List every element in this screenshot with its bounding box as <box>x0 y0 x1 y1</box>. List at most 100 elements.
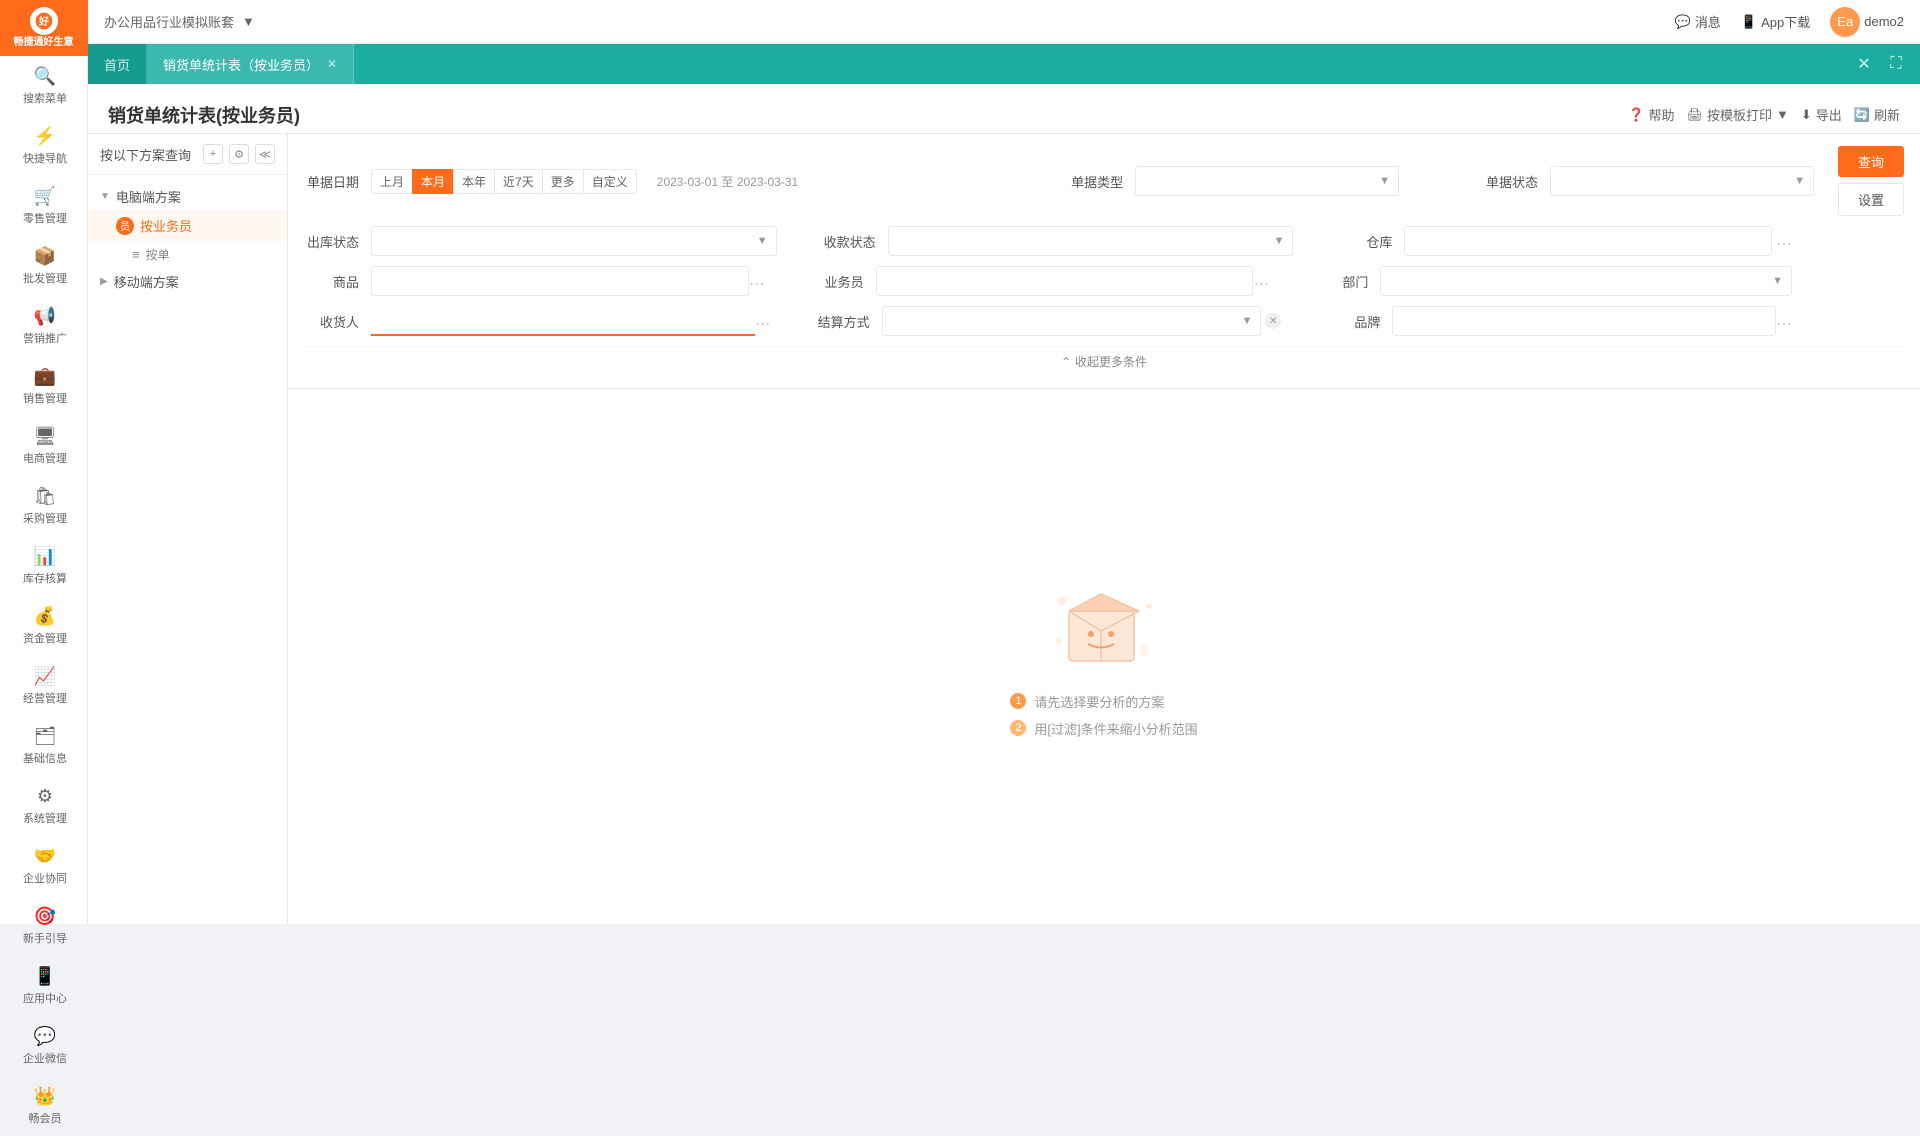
date-btn-this-year[interactable]: 本年 <box>453 169 494 194</box>
out-status-select[interactable]: ▼ <box>371 226 777 256</box>
warehouse-select[interactable] <box>1404 226 1772 256</box>
receipt-status-select[interactable]: ▼ <box>888 226 1294 256</box>
salesperson-scheme-label: 按业务员 <box>140 216 192 235</box>
warehouse-dots[interactable]: … <box>1776 232 1792 250</box>
tab-close-icon[interactable]: ✕ <box>327 57 337 71</box>
doc-type-label: 单据类型 <box>1068 172 1123 191</box>
brand-select[interactable] <box>1392 306 1776 336</box>
sidebar-item-newbie[interactable]: 🎯新手引导 <box>0 896 88 956</box>
sidebar-item-apps[interactable]: 📱应用中心 <box>0 956 88 1016</box>
topbar-title: 办公用品行业模拟账套 <box>104 12 234 31</box>
left-panel-header: 按以下方案查询 + ⚙ ≪ <box>88 134 287 175</box>
goods-dots[interactable]: … <box>749 272 765 290</box>
sidebar-item-marketing[interactable]: 📢营销推广 <box>0 296 88 356</box>
app-download-button[interactable]: 📱 App下载 <box>1741 12 1810 31</box>
message-icon: 💬 <box>1675 14 1691 30</box>
date-btn-this-month[interactable]: 本月 <box>412 169 453 194</box>
consignee-input[interactable] <box>375 313 751 328</box>
salesperson-select[interactable] <box>876 266 1254 296</box>
query-button[interactable]: 查询 <box>1838 146 1904 177</box>
retail-icon: 🛒 <box>34 186 56 207</box>
scheme-section: ▼ 电脑端方案 员 按业务员 ≡ 按单 ▶ 移动端方案 <box>88 175 287 303</box>
sidebar-item-wholesale[interactable]: 📦批发管理 <box>0 236 88 296</box>
brand-dots[interactable]: … <box>1776 312 1792 330</box>
date-buttons: 上月 本月 本年 近7天 更多 自定义 <box>371 169 637 194</box>
pc-scheme-arrow: ▼ <box>100 191 110 202</box>
doc-type-select[interactable]: ▼ <box>1135 166 1399 196</box>
collapse-panel-button[interactable]: ≪ <box>255 144 275 164</box>
tabbar-actions: ✕ ⛶ <box>1852 52 1920 76</box>
settlement-select[interactable]: ▼ <box>882 306 1262 336</box>
settings-scheme-button[interactable]: ⚙ <box>229 144 249 164</box>
sidebar-item-inventory[interactable]: 📊库存核算 <box>0 536 88 596</box>
tab-home[interactable]: 首页 <box>88 44 147 84</box>
hint-text-1: 请先选择要分析的方案 <box>1034 692 1164 711</box>
add-scheme-button[interactable]: + <box>203 144 223 164</box>
logo-icon: 好 <box>30 7 58 35</box>
settlement-clear[interactable]: ✕ <box>1265 313 1281 329</box>
doc-status-select[interactable]: ▼ <box>1550 166 1814 196</box>
tab-sales-stat[interactable]: 销货单统计表（按业务员） ✕ <box>147 44 354 84</box>
sidebar-item-label-marketing: 营销推广 <box>23 330 67 346</box>
scheme-by-salesperson[interactable]: 员 按业务员 <box>88 210 287 241</box>
pc-scheme-group[interactable]: ▼ 电脑端方案 <box>88 183 287 210</box>
tab-expand-button[interactable]: ⛶ <box>1884 52 1908 76</box>
refresh-button[interactable]: 🔄 刷新 <box>1854 105 1900 124</box>
goods-select[interactable] <box>371 266 749 296</box>
sidebar-item-member[interactable]: 👑畅会员 <box>0 1076 88 1136</box>
sidebar-item-operations[interactable]: 📈经营管理 <box>0 656 88 716</box>
print-button[interactable]: 🖨 按模板打印 ▼ <box>1686 105 1788 124</box>
sidebar-item-finance[interactable]: 💰资金管理 <box>0 596 88 656</box>
system-icon: ⚙ <box>37 786 53 807</box>
ecommerce-icon: 🖥 <box>34 426 57 447</box>
sidebar-item-system[interactable]: ⚙ 系统管理 <box>0 776 88 836</box>
date-btn-more[interactable]: 更多 <box>542 169 583 194</box>
message-button[interactable]: 💬 消息 <box>1675 12 1721 31</box>
sidebar-item-shortcut[interactable]: ⚡快捷导航 <box>0 116 88 176</box>
apps-icon: 📱 <box>34 966 56 987</box>
topbar-dropdown-icon[interactable]: ▼ <box>242 14 255 29</box>
main-area: 办公用品行业模拟账套 ▼ 💬 消息 📱 App下载 Ea demo2 首页 <box>88 0 1920 924</box>
print-dropdown-icon[interactable]: ▼ <box>1776 107 1789 122</box>
doc-status-caret: ▼ <box>1794 175 1805 187</box>
sidebar-item-enterprise[interactable]: 🤝企业协同 <box>0 836 88 896</box>
print-label: 按模板打印 <box>1707 105 1772 124</box>
mobile-scheme-label: 移动端方案 <box>114 272 179 291</box>
settings-button[interactable]: 设置 <box>1838 183 1904 216</box>
sidebar-item-basic[interactable]: 🗂基础信息 <box>0 716 88 776</box>
hint-text-2: 用[过滤]条件来缩小分析范围 <box>1034 719 1197 738</box>
shortcut-icon: ⚡ <box>34 126 56 147</box>
date-btn-last-7-days[interactable]: 近7天 <box>494 169 542 194</box>
salesperson-dots[interactable]: … <box>1253 272 1269 290</box>
sidebar-item-label-inventory: 库存核算 <box>23 570 67 586</box>
wechat-icon: 💬 <box>34 1026 56 1047</box>
app-name: 畅捷通好生意 <box>14 37 74 49</box>
left-panel-title: 按以下方案查询 <box>100 145 191 164</box>
enterprise-icon: 🤝 <box>34 846 56 867</box>
date-btn-custom[interactable]: 自定义 <box>583 169 637 194</box>
message-label: 消息 <box>1695 12 1721 31</box>
sidebar-item-wechat[interactable]: 💬企业微信 <box>0 1016 88 1076</box>
date-label: 单据日期 <box>304 172 359 191</box>
user-menu[interactable]: Ea demo2 <box>1830 7 1904 37</box>
department-select[interactable]: ▼ <box>1380 266 1792 296</box>
sidebar-item-ecommerce[interactable]: 🖥电商管理 <box>0 416 88 476</box>
consignee-dots[interactable]: … <box>755 312 771 330</box>
export-button[interactable]: ⬇ 导出 <box>1801 105 1842 124</box>
sidebar-item-retail[interactable]: 🛒零售管理 <box>0 176 88 236</box>
help-button[interactable]: ❓ 帮助 <box>1628 105 1674 124</box>
page-actions: ❓ 帮助 🖨 按模板打印 ▼ ⬇ 导出 🔄 刷新 <box>1628 105 1900 124</box>
app-logo[interactable]: 好 畅捷通好生意 <box>0 0 88 56</box>
pc-scheme-label: 电脑端方案 <box>116 187 181 206</box>
mobile-scheme-group[interactable]: ▶ 移动端方案 <box>88 268 287 295</box>
sidebar-item-search[interactable]: 🔍搜索菜单 <box>0 56 88 116</box>
date-btn-last-month[interactable]: 上月 <box>371 169 412 194</box>
hint-1: 1 请先选择要分析的方案 <box>1010 692 1197 711</box>
sidebar-item-purchase[interactable]: 🛍采购管理 <box>0 476 88 536</box>
tab-close-all-button[interactable]: ✕ <box>1852 52 1876 76</box>
sidebar-item-sales[interactable]: 💼销售管理 <box>0 356 88 416</box>
collapse-button[interactable]: ⌃ 收起更多条件 <box>304 346 1904 376</box>
scheme-by-order[interactable]: ≡ 按单 <box>88 241 287 268</box>
svg-text:好: 好 <box>38 15 49 28</box>
sidebar-item-label-system: 系统管理 <box>23 810 67 826</box>
